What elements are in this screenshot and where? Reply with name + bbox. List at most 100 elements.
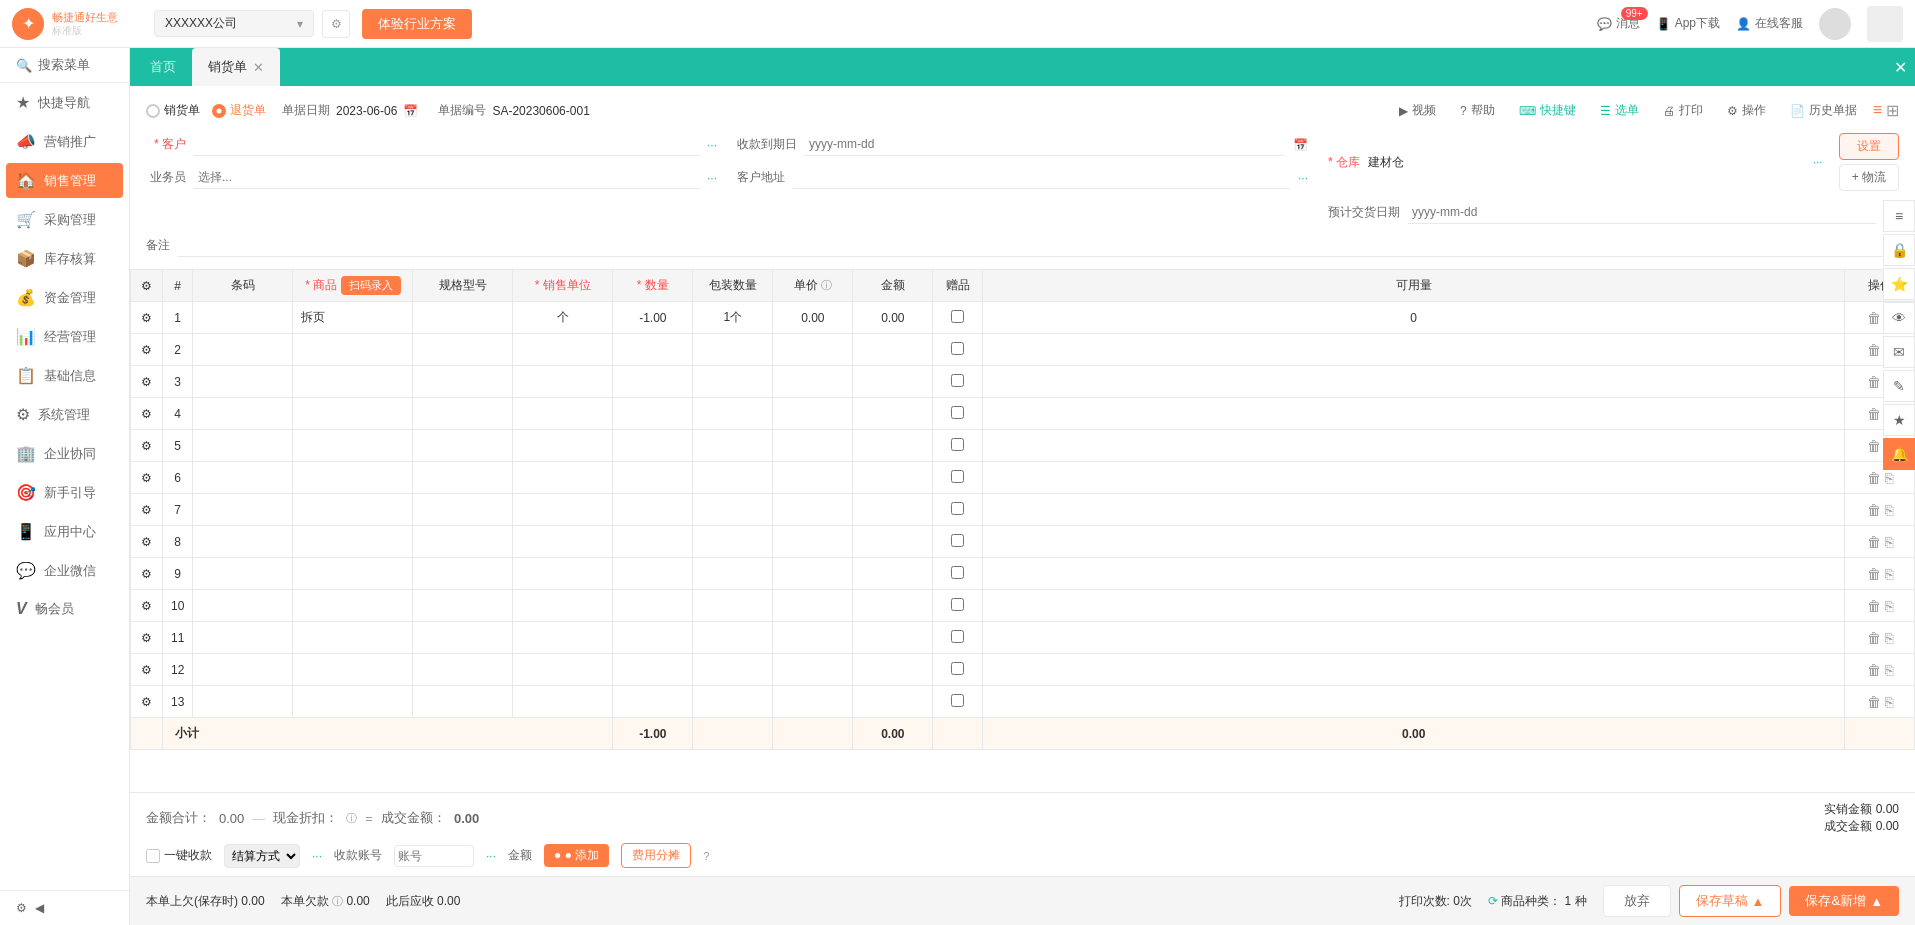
sidebar-item-operation[interactable]: 📊 经营管理 [0, 317, 129, 356]
gift-checkbox-5[interactable] [951, 438, 964, 451]
tabs-close-all[interactable]: ✕ [1894, 58, 1907, 77]
gift-checkbox-3[interactable] [951, 374, 964, 387]
fee-help-icon[interactable]: ? [703, 850, 709, 862]
scan-btn[interactable]: 扫码录入 [341, 276, 401, 295]
product-type-refresh[interactable]: ⟳ [1488, 894, 1498, 908]
toolbar-print[interactable]: 🖨 打印 [1655, 98, 1711, 123]
due-date-input[interactable] [805, 133, 1285, 156]
online-service-button[interactable]: 👤 在线客服 [1736, 15, 1803, 32]
bottom-collapse-icon[interactable]: ◀ [35, 901, 44, 915]
delete-icon-6[interactable]: 🗑 [1867, 470, 1881, 486]
sidebar-item-sales[interactable]: 🏠 销售管理 [6, 163, 123, 198]
copy-icon-11[interactable]: ⎘ [1885, 630, 1893, 646]
delete-icon-4[interactable]: 🗑 [1867, 406, 1881, 422]
settlement-dots[interactable]: ··· [312, 849, 322, 863]
tab-sales-order[interactable]: 销货单 ✕ [192, 48, 280, 86]
settings-form-btn[interactable]: 设置 [1839, 133, 1899, 160]
delete-icon-3[interactable]: 🗑 [1867, 374, 1881, 390]
gift-checkbox-6[interactable] [951, 470, 964, 483]
float-btn-7[interactable]: ★ [1883, 404, 1915, 436]
gift-checkbox-4[interactable] [951, 406, 964, 419]
settlement-method-select[interactable]: 结算方式 [224, 844, 300, 868]
gift-checkbox-12[interactable] [951, 662, 964, 675]
sidebar-item-app-center[interactable]: 📱 应用中心 [0, 512, 129, 551]
toolbar-history[interactable]: 📄 历史单据 [1782, 98, 1865, 123]
user-avatar[interactable] [1819, 8, 1851, 40]
warehouse-dots[interactable]: ··· [1813, 155, 1823, 169]
delete-icon-12[interactable]: 🗑 [1867, 662, 1881, 678]
float-btn-6[interactable]: ✎ [1883, 370, 1915, 402]
float-btn-8[interactable]: 🔔 [1883, 438, 1915, 470]
toolbar-choose[interactable]: ☰ 选单 [1592, 98, 1647, 123]
tab-home[interactable]: 首页 [134, 48, 192, 86]
list-view-btn[interactable]: ≡ [1873, 101, 1882, 120]
trial-button[interactable]: 体验行业方案 [362, 9, 472, 39]
discard-button[interactable]: 放弃 [1603, 885, 1671, 917]
delete-icon-7[interactable]: 🗑 [1867, 502, 1881, 518]
sidebar-item-guide[interactable]: 🎯 新手引导 [0, 473, 129, 512]
company-selector[interactable]: XXXXXX公司 ▾ [154, 10, 314, 37]
copy-icon-8[interactable]: ⎘ [1885, 534, 1893, 550]
delete-icon-2[interactable]: 🗑 [1867, 342, 1881, 358]
sidebar-item-finance[interactable]: 💰 资金管理 [0, 278, 129, 317]
copy-icon-12[interactable]: ⎘ [1885, 662, 1893, 678]
grid-view-btn[interactable]: ⊞ [1886, 101, 1899, 120]
salesperson-dots[interactable]: ··· [707, 171, 717, 185]
sidebar-item-purchase[interactable]: 🛒 采购管理 [0, 200, 129, 239]
save-draft-button[interactable]: 保存草稿 ▲ [1679, 885, 1782, 917]
account-input[interactable] [394, 845, 474, 867]
float-btn-5[interactable]: ✉ [1883, 336, 1915, 368]
sidebar-item-marketing[interactable]: 📣 营销推广 [0, 122, 129, 161]
delete-icon-8[interactable]: 🗑 [1867, 534, 1881, 550]
gift-checkbox-2[interactable] [951, 342, 964, 355]
app-download-button[interactable]: 📱 App下载 [1656, 15, 1720, 32]
delete-icon-5[interactable]: 🗑 [1867, 438, 1881, 454]
toolbar-operation[interactable]: ⚙ 操作 [1719, 98, 1774, 123]
customer-dots[interactable]: ··· [707, 138, 717, 152]
toolbar-help[interactable]: ? 帮助 [1452, 98, 1503, 123]
float-btn-1[interactable]: ≡ [1883, 200, 1915, 232]
delete-icon-10[interactable]: 🗑 [1867, 598, 1881, 614]
gift-checkbox-13[interactable] [951, 694, 964, 707]
user-extra[interactable] [1867, 6, 1903, 42]
float-btn-2[interactable]: 🔒 [1883, 234, 1915, 266]
message-button[interactable]: 💬 消息 99+ [1597, 15, 1640, 32]
sidebar-item-member[interactable]: V 畅会员 [0, 590, 129, 628]
sidebar-item-basic-info[interactable]: 📋 基础信息 [0, 356, 129, 395]
copy-icon-9[interactable]: ⎘ [1885, 566, 1893, 582]
delete-icon-9[interactable]: 🗑 [1867, 566, 1881, 582]
copy-icon-10[interactable]: ⎘ [1885, 598, 1893, 614]
gift-checkbox-10[interactable] [951, 598, 964, 611]
save-new-button[interactable]: 保存&新增 ▲ [1789, 886, 1899, 916]
customer-input[interactable] [194, 133, 699, 156]
copy-icon-7[interactable]: ⎘ [1885, 502, 1893, 518]
sidebar-item-enterprise[interactable]: 🏢 企业协同 [0, 434, 129, 473]
toolbar-shortcut[interactable]: ⌨ 快捷键 [1511, 98, 1584, 123]
date-calendar-icon[interactable]: 📅 [403, 104, 418, 118]
copy-icon-6[interactable]: ⎘ [1885, 470, 1893, 486]
delete-icon-13[interactable]: 🗑 [1867, 694, 1881, 710]
tab-close-icon[interactable]: ✕ [253, 60, 264, 75]
float-btn-3[interactable]: ⭐ [1883, 268, 1915, 300]
delivery-input[interactable] [1408, 201, 1876, 224]
settings-button[interactable]: ⚙ [322, 10, 350, 38]
bottom-settings-icon[interactable]: ⚙ [16, 901, 27, 915]
sidebar-item-quick-nav[interactable]: ★ 快捷导航 [0, 83, 129, 122]
radio-sale[interactable]: 销货单 [146, 102, 200, 119]
gift-checkbox-7[interactable] [951, 502, 964, 515]
salesperson-input[interactable] [194, 166, 699, 189]
delete-icon-1[interactable]: 🗑 [1867, 310, 1881, 326]
add-fee-btn[interactable]: ● ● 添加 [544, 844, 609, 867]
customer-address-input[interactable] [793, 166, 1290, 189]
search-menu[interactable]: 🔍 搜索菜单 [0, 48, 129, 83]
account-dots[interactable]: ··· [486, 849, 496, 863]
fee-split-btn[interactable]: 费用分摊 [621, 843, 691, 868]
toolbar-video[interactable]: ▶ 视频 [1391, 98, 1444, 123]
gift-checkbox-11[interactable] [951, 630, 964, 643]
float-btn-4[interactable]: 👁 [1883, 302, 1915, 334]
gift-checkbox-1[interactable] [951, 310, 964, 323]
sidebar-item-inventory[interactable]: 📦 库存核算 [0, 239, 129, 278]
gift-checkbox-9[interactable] [951, 566, 964, 579]
gift-checkbox-8[interactable] [951, 534, 964, 547]
radio-return[interactable]: 退货单 [212, 102, 266, 119]
